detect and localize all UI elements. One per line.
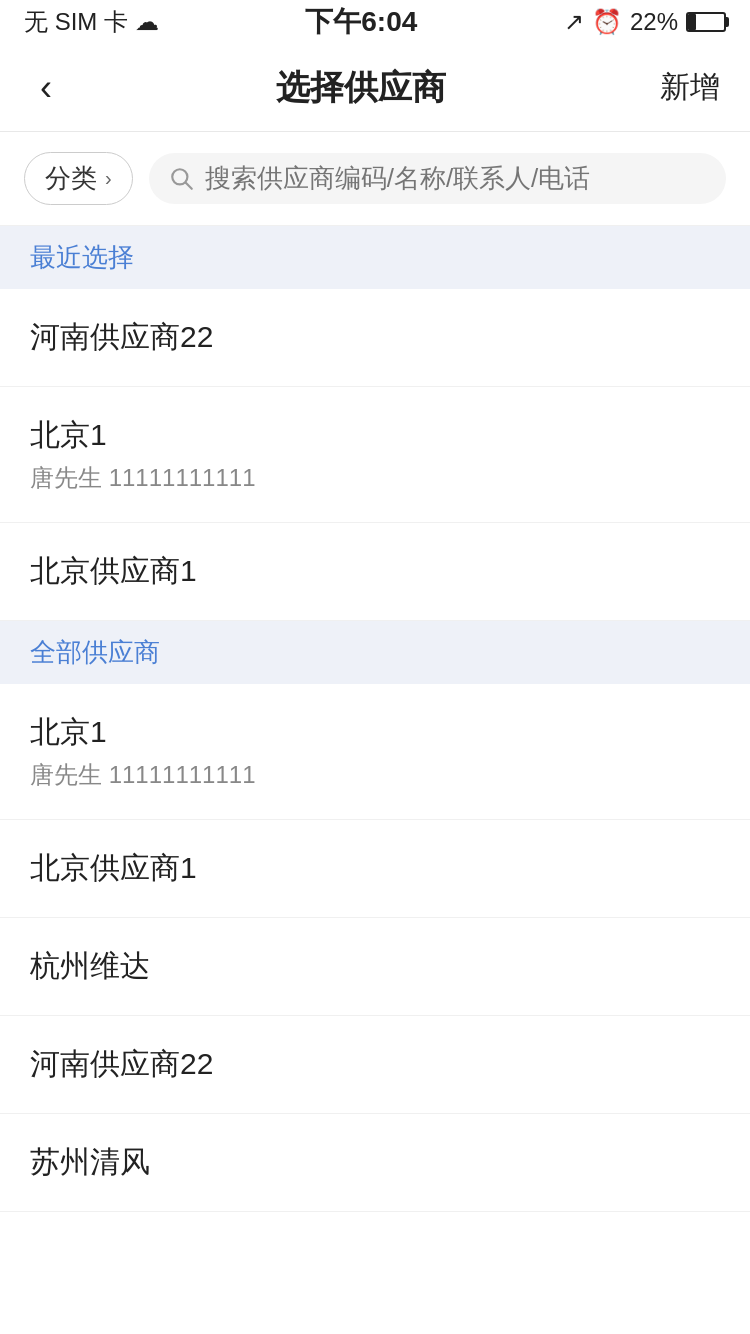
alarm-icon: ⏰ xyxy=(592,8,622,36)
search-box[interactable] xyxy=(149,153,726,204)
status-bar: 无 SIM 卡 ☁ 下午6:04 ↗ ⏰ 22% xyxy=(0,0,750,44)
item-name: 河南供应商22 xyxy=(30,317,720,358)
item-name: 河南供应商22 xyxy=(30,1044,720,1085)
nav-bar: ‹ 选择供应商 新增 xyxy=(0,44,750,132)
list-item[interactable]: 杭州维达 xyxy=(0,918,750,1016)
battery-icon xyxy=(686,12,726,32)
back-button[interactable]: ‹ xyxy=(30,57,62,119)
search-input[interactable] xyxy=(205,163,706,194)
recent-header-text: 最近选择 xyxy=(30,242,134,272)
recent-section-header: 最近选择 xyxy=(0,226,750,289)
chevron-icon: › xyxy=(105,167,112,190)
status-right: ↗ ⏰ 22% xyxy=(564,8,726,36)
list-item[interactable]: 北京供应商1 xyxy=(0,820,750,918)
all-header-text: 全部供应商 xyxy=(30,637,160,667)
list-item[interactable]: 北京1 唐先生 11111111111 xyxy=(0,387,750,523)
item-name: 北京1 xyxy=(30,415,720,456)
list-item[interactable]: 河南供应商22 xyxy=(0,1016,750,1114)
filter-bar: 分类 › xyxy=(0,132,750,226)
category-filter[interactable]: 分类 › xyxy=(24,152,133,205)
search-icon xyxy=(169,166,195,192)
page-title: 选择供应商 xyxy=(276,65,446,111)
svg-line-1 xyxy=(185,182,191,188)
list-item[interactable]: 河南供应商22 xyxy=(0,289,750,387)
item-name: 苏州清风 xyxy=(30,1142,720,1183)
list-item[interactable]: 北京供应商1 xyxy=(0,523,750,621)
item-name: 北京1 xyxy=(30,712,720,753)
add-button[interactable]: 新增 xyxy=(660,67,720,108)
item-sub: 唐先生 11111111111 xyxy=(30,462,720,494)
sim-status: 无 SIM 卡 ☁ xyxy=(24,6,159,38)
all-list: 北京1 唐先生 11111111111 北京供应商1 杭州维达河南供应商22 苏州清… xyxy=(0,684,750,1212)
item-sub: 唐先生 11111111111 xyxy=(30,759,720,791)
item-name: 北京供应商1 xyxy=(30,551,720,592)
location-icon: ↗ xyxy=(564,8,584,36)
item-name: 杭州维达 xyxy=(30,946,720,987)
status-left: 无 SIM 卡 ☁ xyxy=(24,6,159,38)
recent-list: 河南供应商22 北京1 唐先生 11111111111 北京供应商1 xyxy=(0,289,750,621)
status-time: 下午6:04 xyxy=(305,3,417,41)
item-name: 北京供应商1 xyxy=(30,848,720,889)
all-section-header: 全部供应商 xyxy=(0,621,750,684)
battery-percent: 22% xyxy=(630,8,678,36)
list-item[interactable]: 北京1 唐先生 11111111111 xyxy=(0,684,750,820)
category-label: 分类 xyxy=(45,161,97,196)
list-item[interactable]: 苏州清风 xyxy=(0,1114,750,1212)
